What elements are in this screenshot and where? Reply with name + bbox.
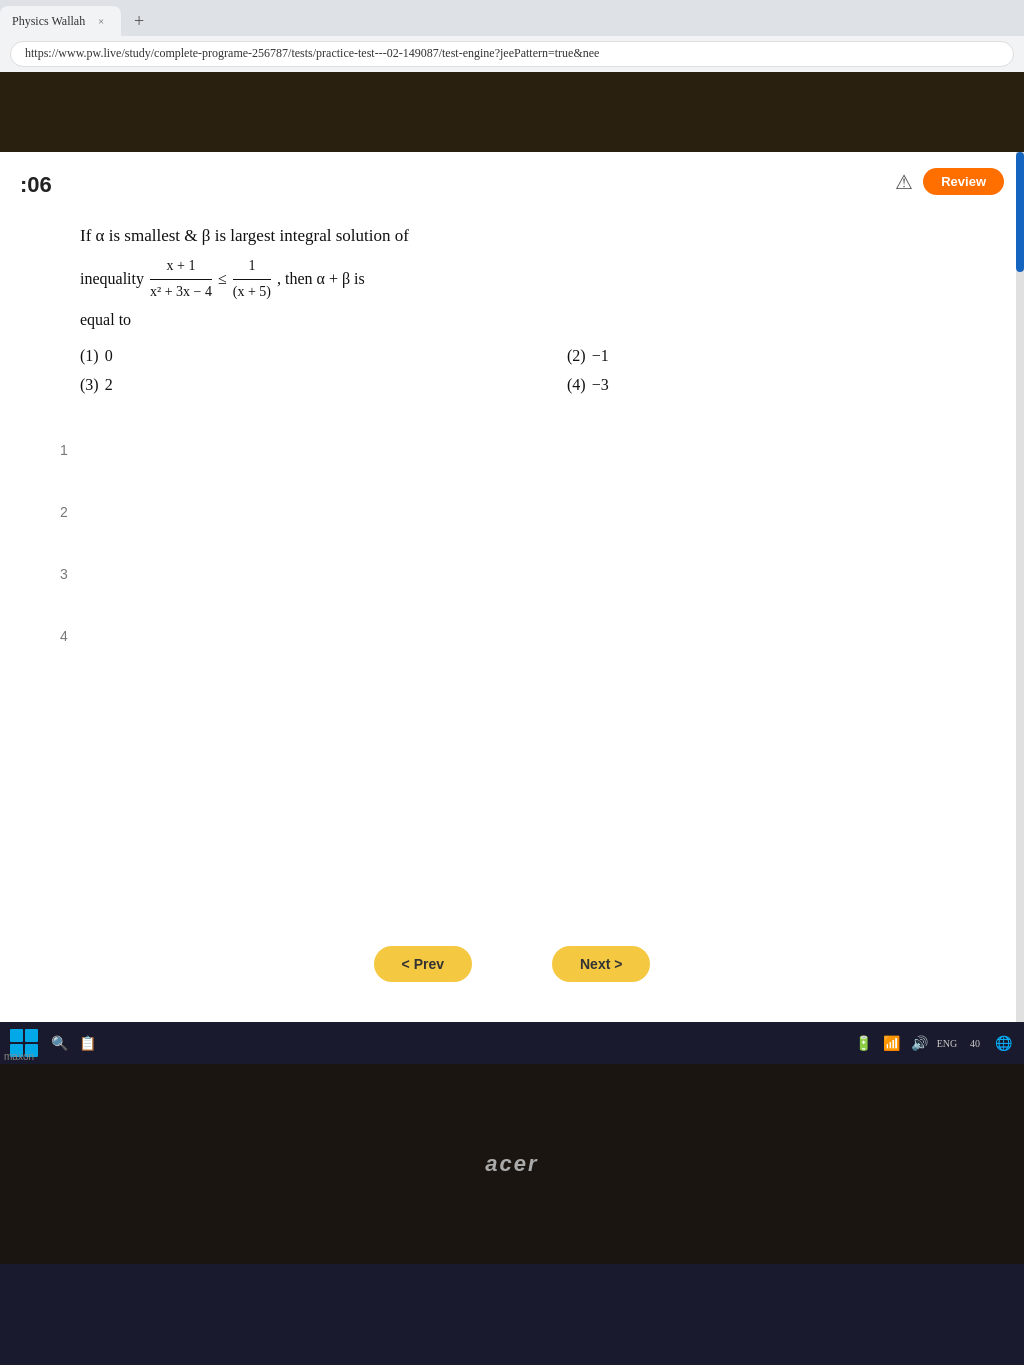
active-tab[interactable]: Physics Wallah ×	[0, 6, 121, 36]
question-text-line1: If α is smallest & β is largest integral…	[80, 222, 994, 249]
equal-to-label: equal to	[80, 307, 994, 333]
start-sq-1	[10, 1029, 23, 1042]
inequality-label: inequality	[80, 266, 144, 292]
option-1-val: 0	[105, 343, 113, 369]
tab-close-button[interactable]: ×	[93, 13, 109, 29]
start-sq-2	[25, 1029, 38, 1042]
question-content: If α is smallest & β is largest integral…	[80, 222, 994, 398]
new-tab-button[interactable]: +	[125, 7, 153, 35]
url-field[interactable]: https://www.pw.live/study/complete-progr…	[10, 41, 1014, 67]
taskbar-battery-icon: 🔋	[852, 1032, 874, 1054]
options-grid: (1) 0 (2) −1 (3) 2 (4) −3	[80, 343, 994, 398]
answer-row-4[interactable]: 4	[60, 628, 994, 644]
option-2-num: (2)	[567, 343, 586, 369]
option-2-val: −1	[592, 343, 609, 369]
fraction-numerator: x + 1	[150, 255, 212, 279]
browser-chrome: Physics Wallah × + https://www.pw.live/s…	[0, 0, 1024, 72]
option-3-num: (3)	[80, 372, 99, 398]
option-1-num: (1)	[80, 343, 99, 369]
browser-content: :06 ⚠ Review If α is smallest & β is lar…	[0, 152, 1024, 1022]
top-right-area: ⚠ Review	[895, 168, 1004, 195]
taskbar-globe-icon: 🌐	[992, 1032, 1014, 1054]
alert-icon: ⚠	[895, 170, 913, 194]
taskbar-right-icons: 🔋 📶 🔊 ENG 40 🌐	[852, 1022, 1014, 1064]
acer-logo: acer	[485, 1151, 538, 1177]
tab-title: Physics Wallah	[12, 14, 85, 29]
option-4-num: (4)	[567, 372, 586, 398]
nav-buttons: < Prev Next >	[0, 946, 1024, 982]
answer-row-1[interactable]: 1	[60, 442, 994, 458]
next-button[interactable]: Next >	[552, 946, 650, 982]
lhs-fraction: x + 1 x² + 3x − 4	[150, 255, 212, 303]
option-2[interactable]: (2) −1	[567, 343, 994, 369]
taskbar-sound-icon: 🔊	[908, 1032, 930, 1054]
answer-row-1-number: 1	[60, 442, 90, 458]
laptop-brand-area: acer	[485, 1141, 538, 1187]
taskbar-lang-icon: ENG	[936, 1032, 958, 1054]
photo-top-area	[0, 72, 1024, 152]
option-3[interactable]: (3) 2	[80, 372, 507, 398]
address-bar: https://www.pw.live/study/complete-progr…	[0, 36, 1024, 72]
scrollbar-thumb[interactable]	[1016, 152, 1024, 272]
laptop-bottom-area: acer	[0, 1064, 1024, 1264]
taskbar-icon-1[interactable]: 📋	[76, 1032, 98, 1054]
answer-row-2[interactable]: 2	[60, 504, 994, 520]
option-4[interactable]: (4) −3	[567, 372, 994, 398]
taskbar-clock: 40	[964, 1032, 986, 1054]
tab-bar: Physics Wallah × +	[0, 0, 1024, 36]
answer-options: 1 2 3 4	[60, 442, 994, 690]
answer-row-2-number: 2	[60, 504, 90, 520]
answer-row-3[interactable]: 3	[60, 566, 994, 582]
taskbar-left-label: maxon	[4, 1051, 34, 1062]
rhs-fraction: 1 (x + 5)	[233, 255, 271, 303]
taskbar-search-icon[interactable]: 🔍	[48, 1032, 70, 1054]
rhs-numerator: 1	[233, 255, 271, 279]
prev-button[interactable]: < Prev	[374, 946, 472, 982]
review-button[interactable]: Review	[923, 168, 1004, 195]
taskbar: 🔍 📋 maxon 🔋 📶 🔊 ENG 40 🌐	[0, 1022, 1024, 1064]
rhs-denominator: (x + 5)	[233, 280, 271, 303]
taskbar-wifi-icon: 📶	[880, 1032, 902, 1054]
scrollbar-track[interactable]	[1016, 152, 1024, 1022]
answer-row-3-number: 3	[60, 566, 90, 582]
leq-sign: ≤	[218, 266, 227, 292]
answer-row-4-number: 4	[60, 628, 90, 644]
option-4-val: −3	[592, 372, 609, 398]
fraction-denominator: x² + 3x − 4	[150, 280, 212, 303]
option-1[interactable]: (1) 0	[80, 343, 507, 369]
then-text: , then α + β is	[277, 266, 365, 292]
option-3-val: 2	[105, 372, 113, 398]
inequality-row: inequality x + 1 x² + 3x − 4 ≤ 1 (x + 5)…	[80, 255, 994, 303]
question-number: :06	[20, 172, 52, 198]
